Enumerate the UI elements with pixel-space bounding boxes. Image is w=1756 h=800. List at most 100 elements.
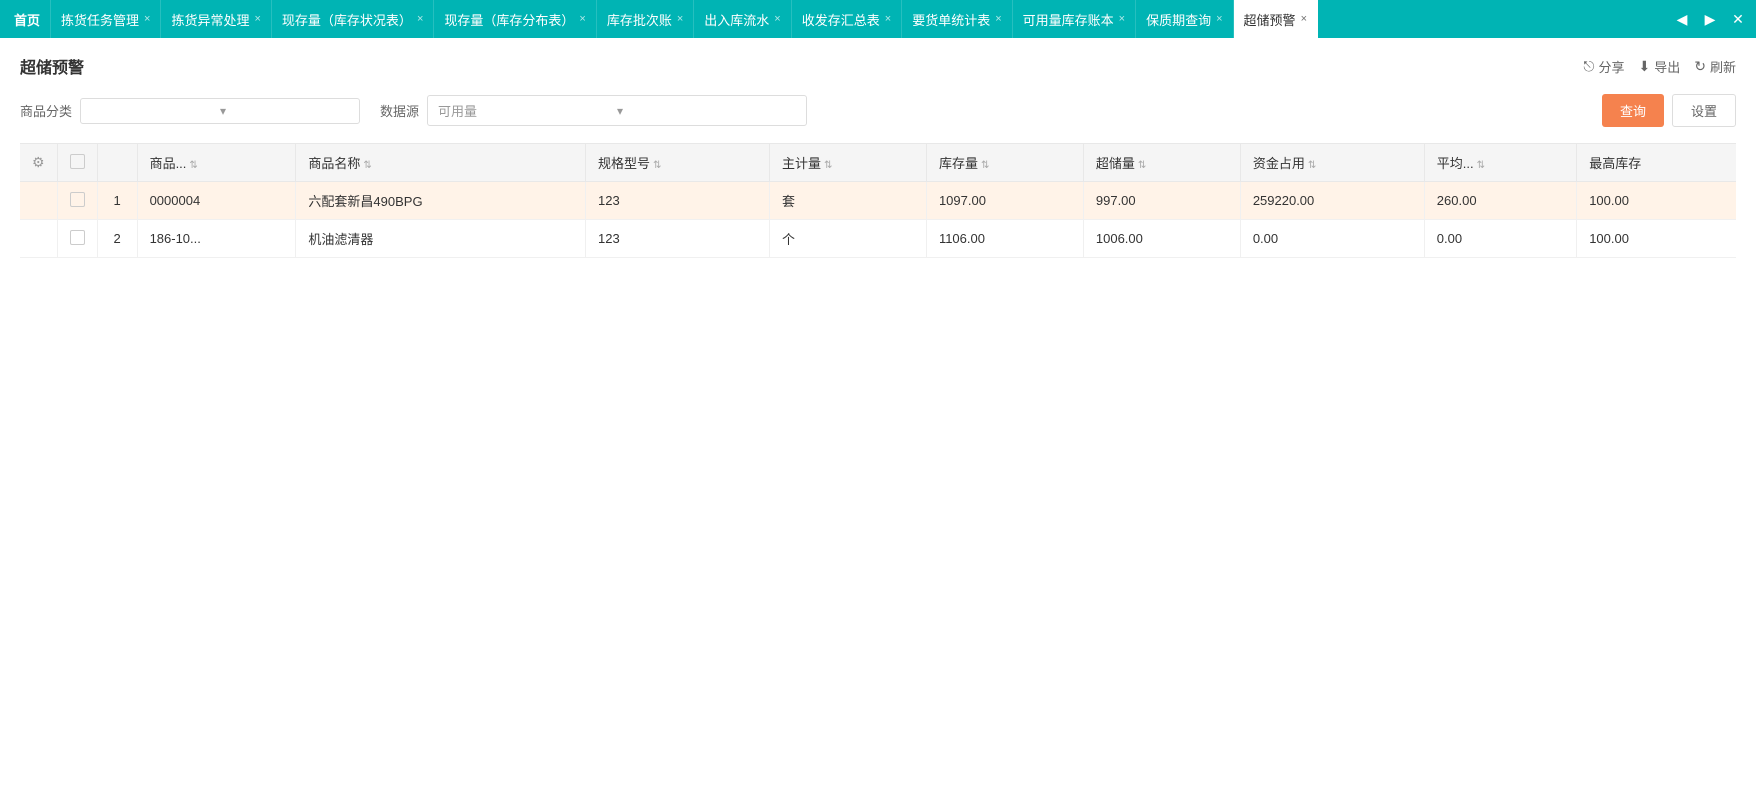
table-row: 1 0000004 六配套新昌490BPG 123 套 1097.00 997.…	[20, 182, 1736, 220]
close-icon[interactable]: ×	[995, 13, 1001, 25]
th-capital-label: 资金占用⇅	[1253, 156, 1316, 171]
row-unit: 套	[770, 182, 927, 220]
th-product-name[interactable]: 商品名称⇅	[296, 144, 586, 182]
nav-arrow-right[interactable]: ▶	[1696, 0, 1724, 38]
th-product-code[interactable]: 商品...⇅	[137, 144, 296, 182]
th-avg-label: 平均...⇅	[1437, 156, 1485, 171]
row-max-stock: 100.00	[1577, 220, 1736, 258]
row-checkbox-cell	[57, 182, 97, 220]
nav-tab-order-stats[interactable]: 要货单统计表 ×	[902, 0, 1012, 38]
row-checkbox[interactable]	[70, 192, 85, 207]
nav-tab-available-ledger[interactable]: 可用量库存账本 ×	[1013, 0, 1136, 38]
refresh-button[interactable]: ↻ 刷新	[1694, 57, 1736, 76]
nav-tab-exception-label: 拣货异常处理	[171, 10, 249, 29]
row-spec: 123	[586, 182, 770, 220]
row-product-name: 机油滤清器	[296, 220, 586, 258]
th-overstock-label: 超储量⇅	[1096, 156, 1146, 171]
close-icon[interactable]: ×	[774, 13, 780, 25]
table-row: 2 186-10... 机油滤清器 123 个 1106.00 1006.00 …	[20, 220, 1736, 258]
close-icon[interactable]: ×	[254, 13, 260, 25]
nav-tab-collect-summary[interactable]: 收发存汇总表 ×	[792, 0, 902, 38]
nav-tab-inventory-status-label: 现存量（库存状况表）	[282, 10, 412, 29]
close-icon[interactable]: ×	[885, 13, 891, 25]
th-capital[interactable]: 资金占用⇅	[1240, 144, 1424, 182]
data-table: ⚙ 商品...⇅ 商品名称⇅ 规格型号⇅ 主计量⇅	[20, 143, 1736, 258]
th-checkbox	[57, 144, 97, 182]
settings-button[interactable]: 设置	[1672, 94, 1736, 127]
th-unit-label: 主计量⇅	[782, 156, 832, 171]
nav-tab-inout-flow-label: 出入库流水	[704, 10, 769, 29]
filter-actions: 查询 设置	[1602, 94, 1736, 127]
close-icon[interactable]: ×	[1216, 13, 1222, 25]
close-icon[interactable]: ×	[144, 13, 150, 25]
page-title: 超储预警	[20, 54, 84, 78]
nav-tab-exception[interactable]: 拣货异常处理 ×	[161, 0, 271, 38]
export-button[interactable]: ⬇ 导出	[1639, 57, 1681, 76]
th-unit[interactable]: 主计量⇅	[770, 144, 927, 182]
row-capital: 259220.00	[1240, 182, 1424, 220]
row-index: 2	[97, 220, 137, 258]
page-content: 超储预警 ⎋ 分享 ⬇ 导出 ↻ 刷新 商品分类 ▾ 数据源	[0, 38, 1756, 274]
nav-tab-overstock-alert[interactable]: 超储预警 ×	[1234, 0, 1318, 38]
row-checkbox-cell	[57, 220, 97, 258]
nav-tab-overstock-alert-label: 超储预警	[1244, 10, 1296, 29]
nav-tab-inventory-dist[interactable]: 现存量（库存分布表） ×	[434, 0, 596, 38]
export-icon: ⬇	[1639, 58, 1651, 75]
table-header-row: ⚙ 商品...⇅ 商品名称⇅ 规格型号⇅ 主计量⇅	[20, 144, 1736, 182]
nav-arrows: ◀ ▶ ✕	[1668, 0, 1752, 38]
th-overstock[interactable]: 超储量⇅	[1083, 144, 1240, 182]
nav-tab-home[interactable]: 首页	[4, 0, 51, 38]
top-nav: 首页 拣货任务管理 × 拣货异常处理 × 现存量（库存状况表） × 现存量（库存…	[0, 0, 1756, 38]
nav-tab-task-mgmt-label: 拣货任务管理	[61, 10, 139, 29]
share-label: 分享	[1598, 57, 1624, 76]
th-max-stock[interactable]: 最高库存	[1577, 144, 1736, 182]
nav-tab-quality-check-label: 保质期查询	[1146, 10, 1211, 29]
nav-tab-order-stats-label: 要货单统计表	[912, 10, 990, 29]
row-max-stock: 100.00	[1577, 182, 1736, 220]
nav-arrow-left[interactable]: ◀	[1668, 0, 1696, 38]
nav-tab-inout-flow[interactable]: 出入库流水 ×	[694, 0, 791, 38]
query-button[interactable]: 查询	[1602, 94, 1664, 127]
nav-tab-available-ledger-label: 可用量库存账本	[1023, 10, 1114, 29]
page-header: 超储预警 ⎋ 分享 ⬇ 导出 ↻ 刷新	[20, 54, 1736, 78]
row-spec: 123	[586, 220, 770, 258]
nav-tab-batch[interactable]: 库存批次账 ×	[597, 0, 694, 38]
th-index	[97, 144, 137, 182]
row-checkbox[interactable]	[70, 230, 85, 245]
th-stock[interactable]: 库存量⇅	[926, 144, 1083, 182]
chevron-down-icon: ▾	[220, 104, 349, 118]
share-button[interactable]: ⎋ 分享	[1583, 57, 1624, 76]
nav-tab-quality-check[interactable]: 保质期查询 ×	[1136, 0, 1233, 38]
row-index: 1	[97, 182, 137, 220]
row-stock: 1106.00	[926, 220, 1083, 258]
close-icon[interactable]: ×	[677, 13, 683, 25]
datasource-label: 数据源	[380, 101, 419, 120]
nav-tab-task-mgmt[interactable]: 拣货任务管理 ×	[51, 0, 161, 38]
category-select[interactable]: ▾	[80, 98, 360, 124]
th-product-code-label: 商品...⇅	[150, 156, 198, 171]
th-max-stock-label: 最高库存	[1589, 156, 1641, 171]
row-settings-cell	[20, 182, 57, 220]
category-label: 商品分类	[20, 101, 72, 120]
nav-tab-inventory-status[interactable]: 现存量（库存状况表） ×	[272, 0, 434, 38]
close-icon[interactable]: ×	[579, 13, 585, 25]
nav-tab-collect-summary-label: 收发存汇总表	[802, 10, 880, 29]
settings-icon[interactable]: ⚙	[32, 154, 45, 170]
row-avg: 260.00	[1424, 182, 1576, 220]
th-spec-label: 规格型号⇅	[598, 156, 661, 171]
select-all-checkbox[interactable]	[70, 154, 85, 169]
close-icon[interactable]: ×	[1119, 13, 1125, 25]
th-spec[interactable]: 规格型号⇅	[586, 144, 770, 182]
header-actions: ⎋ 分享 ⬇ 导出 ↻ 刷新	[1583, 57, 1736, 76]
nav-close-all[interactable]: ✕	[1724, 0, 1752, 38]
refresh-label: 刷新	[1710, 57, 1736, 76]
filter-row: 商品分类 ▾ 数据源 可用量 ▾ 查询 设置	[20, 94, 1736, 127]
row-capital: 0.00	[1240, 220, 1424, 258]
row-settings-cell	[20, 220, 57, 258]
datasource-select[interactable]: 可用量 ▾	[427, 95, 807, 126]
close-icon[interactable]: ×	[1301, 13, 1307, 25]
th-avg[interactable]: 平均...⇅	[1424, 144, 1576, 182]
th-settings: ⚙	[20, 144, 57, 182]
close-icon[interactable]: ×	[417, 13, 423, 25]
row-product-code: 0000004	[137, 182, 296, 220]
